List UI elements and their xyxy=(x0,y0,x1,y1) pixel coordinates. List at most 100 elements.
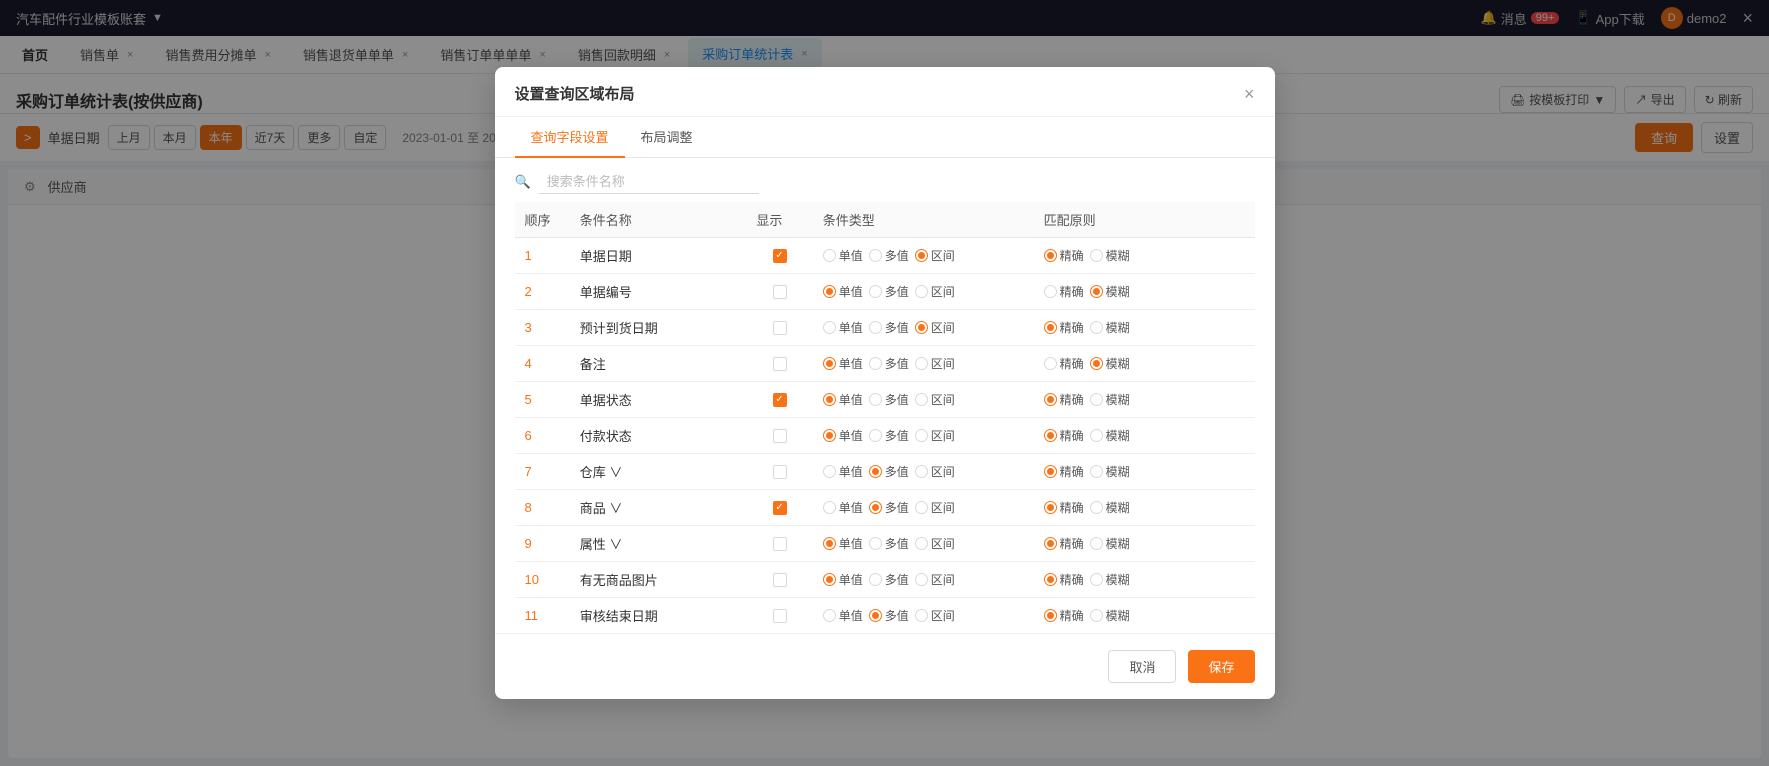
save-button[interactable]: 保存 xyxy=(1188,650,1254,683)
type-radio-单值[interactable]: 单值 xyxy=(823,319,863,336)
row-display-checkbox[interactable] xyxy=(746,598,812,634)
match-radio-精确[interactable]: 精确 xyxy=(1044,463,1084,480)
type-radio-单值[interactable]: 单值 xyxy=(823,571,863,588)
cancel-button[interactable]: 取消 xyxy=(1108,650,1176,683)
type-radio-区间[interactable]: 区间 xyxy=(915,247,955,264)
type-radio-多值[interactable]: 多值 xyxy=(869,391,909,408)
type-radio-单值[interactable]: 单值 xyxy=(823,607,863,624)
match-radio-模糊[interactable]: 模糊 xyxy=(1090,427,1130,444)
type-radio-多值[interactable]: 多值 xyxy=(869,319,909,336)
radio-dot xyxy=(823,393,836,406)
condition-search-input[interactable] xyxy=(539,170,759,194)
type-radio-单值[interactable]: 单值 xyxy=(823,463,863,480)
row-display-checkbox[interactable] xyxy=(746,562,812,598)
type-radio-单值[interactable]: 单值 xyxy=(823,427,863,444)
type-radio-多值[interactable]: 多值 xyxy=(869,607,909,624)
type-radio-单值[interactable]: 单值 xyxy=(823,535,863,552)
modal-title: 设置查询区域布局 xyxy=(515,83,635,104)
match-radio-模糊[interactable]: 模糊 xyxy=(1090,535,1130,552)
display-checkbox[interactable] xyxy=(773,393,787,407)
radio-dot xyxy=(869,573,882,586)
type-radio-单值[interactable]: 单值 xyxy=(823,499,863,516)
row-condition-name: 有无商品图片 xyxy=(570,562,747,598)
display-checkbox[interactable] xyxy=(773,537,787,551)
display-checkbox[interactable] xyxy=(773,429,787,443)
radio-dot xyxy=(1090,573,1103,586)
type-radio-多值[interactable]: 多值 xyxy=(869,355,909,372)
type-radio-多值[interactable]: 多值 xyxy=(869,463,909,480)
col-header-display: 显示 xyxy=(746,202,812,238)
row-display-checkbox[interactable] xyxy=(746,454,812,490)
modal-close-button[interactable]: × xyxy=(1244,85,1255,103)
match-radio-模糊[interactable]: 模糊 xyxy=(1090,319,1130,336)
type-radio-单值[interactable]: 单值 xyxy=(823,391,863,408)
type-radio-区间[interactable]: 区间 xyxy=(915,391,955,408)
radio-dot xyxy=(869,501,882,514)
radio-dot xyxy=(869,393,882,406)
match-radio-模糊[interactable]: 模糊 xyxy=(1090,463,1130,480)
match-radio-精确[interactable]: 精确 xyxy=(1044,247,1084,264)
modal-tab-layout[interactable]: 布局调整 xyxy=(625,117,709,158)
row-display-checkbox[interactable] xyxy=(746,310,812,346)
match-radio-精确[interactable]: 精确 xyxy=(1044,607,1084,624)
type-radio-区间[interactable]: 区间 xyxy=(915,463,955,480)
display-checkbox[interactable] xyxy=(773,357,787,371)
match-radio-模糊[interactable]: 模糊 xyxy=(1090,355,1130,372)
row-match-radio-group: 精确模糊 xyxy=(1034,562,1255,598)
row-display-checkbox[interactable] xyxy=(746,238,812,274)
match-radio-模糊[interactable]: 模糊 xyxy=(1090,499,1130,516)
type-radio-多值[interactable]: 多值 xyxy=(869,427,909,444)
match-radio-模糊[interactable]: 模糊 xyxy=(1090,571,1130,588)
match-radio-模糊[interactable]: 模糊 xyxy=(1090,247,1130,264)
row-type-radio-group: 单值多值区间 xyxy=(813,346,1034,382)
row-display-checkbox[interactable] xyxy=(746,526,812,562)
match-radio-精确[interactable]: 精确 xyxy=(1044,499,1084,516)
type-radio-多值[interactable]: 多值 xyxy=(869,535,909,552)
radio-dot xyxy=(823,501,836,514)
type-radio-区间[interactable]: 区间 xyxy=(915,427,955,444)
type-radio-区间[interactable]: 区间 xyxy=(915,607,955,624)
type-radio-单值[interactable]: 单值 xyxy=(823,247,863,264)
display-checkbox[interactable] xyxy=(773,465,787,479)
row-display-checkbox[interactable] xyxy=(746,382,812,418)
type-radio-多值[interactable]: 多值 xyxy=(869,499,909,516)
match-radio-精确[interactable]: 精确 xyxy=(1044,391,1084,408)
type-radio-区间[interactable]: 区间 xyxy=(915,355,955,372)
display-checkbox[interactable] xyxy=(773,609,787,623)
match-radio-精确[interactable]: 精确 xyxy=(1044,355,1084,372)
row-condition-name: 审核结束日期 xyxy=(570,598,747,634)
row-display-checkbox[interactable] xyxy=(746,418,812,454)
match-radio-精确[interactable]: 精确 xyxy=(1044,427,1084,444)
type-radio-单值[interactable]: 单值 xyxy=(823,283,863,300)
type-radio-区间[interactable]: 区间 xyxy=(915,319,955,336)
row-order: 10 xyxy=(515,562,570,598)
match-radio-精确[interactable]: 精确 xyxy=(1044,571,1084,588)
display-checkbox[interactable] xyxy=(773,285,787,299)
type-radio-多值[interactable]: 多值 xyxy=(869,247,909,264)
type-radio-区间[interactable]: 区间 xyxy=(915,283,955,300)
match-radio-模糊[interactable]: 模糊 xyxy=(1090,607,1130,624)
display-checkbox[interactable] xyxy=(773,249,787,263)
radio-dot xyxy=(1044,501,1057,514)
table-row: 4备注单值多值区间精确模糊 xyxy=(515,346,1255,382)
display-checkbox[interactable] xyxy=(773,321,787,335)
match-radio-精确[interactable]: 精确 xyxy=(1044,319,1084,336)
type-radio-区间[interactable]: 区间 xyxy=(915,499,955,516)
match-radio-模糊[interactable]: 模糊 xyxy=(1090,391,1130,408)
type-radio-区间[interactable]: 区间 xyxy=(915,535,955,552)
type-radio-多值[interactable]: 多值 xyxy=(869,571,909,588)
type-radio-多值[interactable]: 多值 xyxy=(869,283,909,300)
row-display-checkbox[interactable] xyxy=(746,274,812,310)
display-checkbox[interactable] xyxy=(773,501,787,515)
row-display-checkbox[interactable] xyxy=(746,346,812,382)
type-radio-区间[interactable]: 区间 xyxy=(915,571,955,588)
row-order: 5 xyxy=(515,382,570,418)
type-radio-单值[interactable]: 单值 xyxy=(823,355,863,372)
modal-tab-query-fields[interactable]: 查询字段设置 xyxy=(515,117,625,158)
match-radio-模糊[interactable]: 模糊 xyxy=(1090,283,1130,300)
match-radio-精确[interactable]: 精确 xyxy=(1044,283,1084,300)
match-radio-精确[interactable]: 精确 xyxy=(1044,535,1084,552)
row-display-checkbox[interactable] xyxy=(746,490,812,526)
display-checkbox[interactable] xyxy=(773,573,787,587)
radio-dot xyxy=(823,573,836,586)
